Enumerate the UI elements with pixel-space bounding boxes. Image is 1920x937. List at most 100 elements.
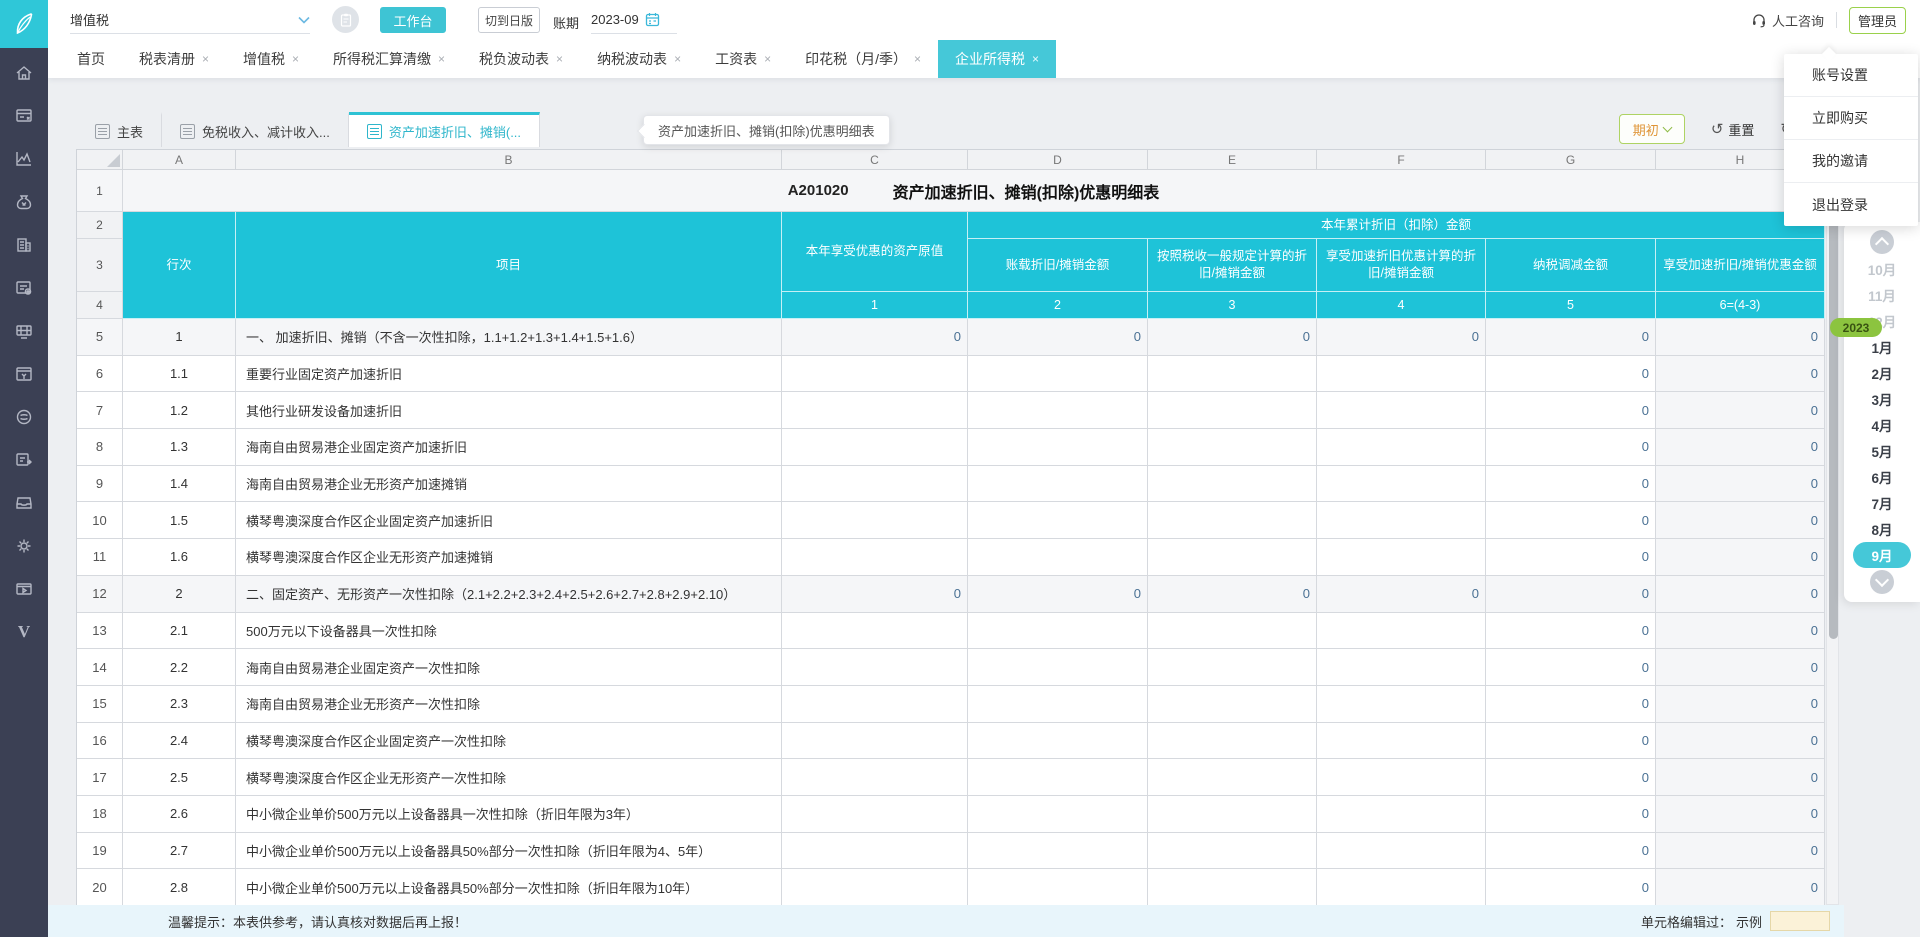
subtab-主表[interactable]: 主表: [76, 112, 163, 147]
line-no-cell[interactable]: 2.5: [123, 759, 236, 796]
column-letter-F[interactable]: F: [1317, 150, 1486, 170]
value-cell[interactable]: 0: [1486, 392, 1656, 430]
archive-inbox-icon[interactable]: [13, 492, 35, 514]
row-number[interactable]: 20: [77, 869, 123, 906]
month-1月[interactable]: 1月: [1853, 334, 1911, 360]
period-picker[interactable]: 2023-09: [591, 6, 677, 34]
value-cell[interactable]: [782, 759, 968, 796]
value-cell[interactable]: [1148, 722, 1317, 760]
value-cell[interactable]: [1148, 392, 1317, 430]
company-icon[interactable]: [13, 234, 35, 256]
value-cell[interactable]: 0: [1486, 649, 1656, 686]
subtab-资产加速折旧、摊销(...[interactable]: 资产加速折旧、摊销(...: [348, 112, 541, 147]
value-cell[interactable]: 0: [1148, 319, 1317, 356]
month-9月[interactable]: 9月: [1853, 542, 1911, 568]
value-cell[interactable]: [782, 429, 968, 466]
value-cell[interactable]: 0: [1486, 465, 1656, 503]
settings-gear-icon[interactable]: [13, 535, 35, 557]
line-no-cell[interactable]: 2.3: [123, 685, 236, 723]
line-no-cell[interactable]: 2.4: [123, 722, 236, 760]
home-icon[interactable]: [13, 62, 35, 84]
value-cell[interactable]: [968, 832, 1148, 870]
tab-纳税波动表[interactable]: 纳税波动表 ×: [580, 40, 698, 78]
row-number[interactable]: 14: [77, 649, 123, 686]
column-letter-C[interactable]: C: [782, 150, 968, 170]
salary-box-icon[interactable]: [13, 363, 35, 385]
value-cell[interactable]: [782, 832, 968, 870]
line-no-cell[interactable]: 1.6: [123, 539, 236, 576]
statement-settings-icon[interactable]: [13, 277, 35, 299]
period-filter-button[interactable]: 期初: [1618, 114, 1685, 144]
value-cell[interactable]: 0: [1486, 685, 1656, 723]
value-cell[interactable]: 0: [1656, 319, 1825, 356]
item-cell[interactable]: 海南自由贸易港企业无形资产一次性扣除: [236, 685, 782, 723]
tax-stamp-icon[interactable]: [13, 406, 35, 428]
money-bag-icon[interactable]: [13, 191, 35, 213]
value-cell[interactable]: [968, 869, 1148, 906]
value-cell[interactable]: 0: [1486, 612, 1656, 650]
column-letter-D[interactable]: D: [968, 150, 1148, 170]
value-cell[interactable]: 0: [1486, 429, 1656, 466]
voucher-transfer-icon[interactable]: [13, 449, 35, 471]
line-no-cell[interactable]: 2.6: [123, 795, 236, 833]
user-menu-item-立即购买[interactable]: 立即购买: [1784, 97, 1918, 140]
value-cell[interactable]: 0: [1317, 319, 1486, 356]
trend-chart-icon[interactable]: [13, 148, 35, 170]
value-cell[interactable]: 0: [1486, 575, 1656, 613]
value-cell[interactable]: [968, 795, 1148, 833]
row-number[interactable]: 12: [77, 575, 123, 613]
value-cell[interactable]: [968, 759, 1148, 796]
value-cell[interactable]: [1317, 795, 1486, 833]
value-cell[interactable]: 0: [1656, 429, 1825, 466]
switch-version-button[interactable]: 切到日版: [478, 7, 540, 33]
value-cell[interactable]: [1317, 612, 1486, 650]
column-letter-A[interactable]: A: [123, 150, 236, 170]
value-cell[interactable]: [782, 685, 968, 723]
value-cell[interactable]: 0: [1656, 612, 1825, 650]
item-cell[interactable]: 横琴粤澳深度合作区企业固定资产加速折旧: [236, 502, 782, 540]
value-cell[interactable]: [1317, 539, 1486, 576]
value-cell[interactable]: 0: [1486, 869, 1656, 906]
row-number[interactable]: 7: [77, 392, 123, 430]
line-no-cell[interactable]: 2: [123, 575, 236, 613]
row-number[interactable]: 9: [77, 465, 123, 503]
tab-工资表[interactable]: 工资表 ×: [698, 40, 788, 78]
value-cell[interactable]: 0: [1486, 759, 1656, 796]
item-cell[interactable]: 一、 加速折旧、摊销（不含一次性扣除，1.1+1.2+1.3+1.4+1.5+1…: [236, 319, 782, 356]
line-no-cell[interactable]: 1.4: [123, 465, 236, 503]
value-cell[interactable]: 0: [782, 319, 968, 356]
reset-button[interactable]: ↺ 重置: [1711, 120, 1755, 139]
tax-type-select[interactable]: 增值税: [70, 6, 310, 34]
month-10月[interactable]: 10月: [1853, 256, 1911, 282]
close-icon[interactable]: ×: [674, 52, 681, 66]
value-cell[interactable]: [1148, 539, 1317, 576]
close-icon[interactable]: ×: [1032, 52, 1039, 66]
value-cell[interactable]: 0: [1486, 722, 1656, 760]
tab-增值税[interactable]: 增值税 ×: [226, 40, 316, 78]
value-cell[interactable]: [782, 502, 968, 540]
value-cell[interactable]: [1317, 832, 1486, 870]
value-cell[interactable]: 0: [1656, 795, 1825, 833]
row-number[interactable]: 13: [77, 612, 123, 650]
tab-所得税汇算清缴[interactable]: 所得税汇算清缴 ×: [316, 40, 462, 78]
value-cell[interactable]: [1148, 502, 1317, 540]
close-icon[interactable]: ×: [292, 52, 299, 66]
row-number[interactable]: 18: [77, 795, 123, 833]
value-cell[interactable]: [782, 539, 968, 576]
line-no-cell[interactable]: 2.2: [123, 649, 236, 686]
value-cell[interactable]: [1148, 612, 1317, 650]
value-cell[interactable]: 0: [1656, 869, 1825, 906]
value-cell[interactable]: 0: [1486, 795, 1656, 833]
line-no-cell[interactable]: 1.3: [123, 429, 236, 466]
value-cell[interactable]: [1148, 832, 1317, 870]
value-cell[interactable]: 0: [1317, 575, 1486, 613]
value-cell[interactable]: 0: [1656, 832, 1825, 870]
row-number[interactable]: 5: [77, 319, 123, 356]
scroll-up-icon[interactable]: [1870, 230, 1894, 254]
value-cell[interactable]: 0: [968, 575, 1148, 613]
line-no-cell[interactable]: 1.2: [123, 392, 236, 430]
value-cell[interactable]: [968, 502, 1148, 540]
subtab-免税收入、减计收入...[interactable]: 免税收入、减计收入...: [162, 112, 349, 147]
value-cell[interactable]: [968, 465, 1148, 503]
row-number[interactable]: 17: [77, 759, 123, 796]
